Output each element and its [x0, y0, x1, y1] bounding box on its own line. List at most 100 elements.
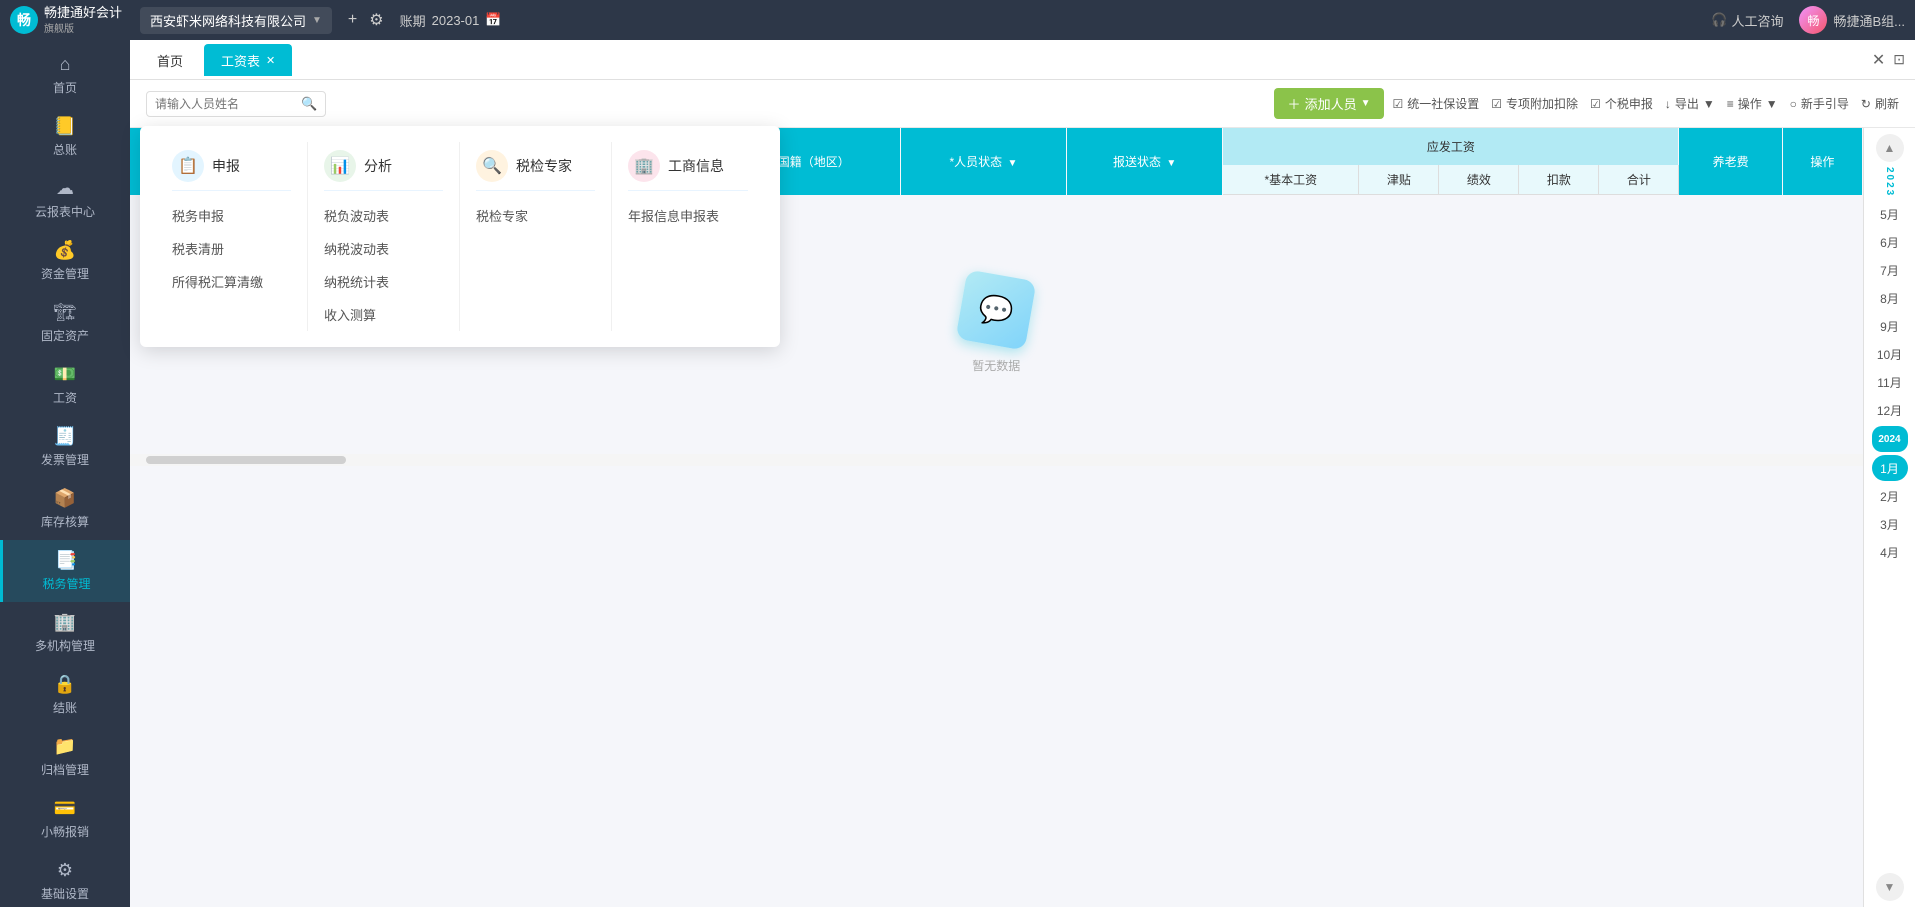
- top-header: 畅 畅捷通好会计 旗舰版 西安虾米网络科技有限公司 ▼ + ⚙ 账期 2023-…: [0, 0, 1915, 40]
- month-11[interactable]: 11月: [1872, 369, 1908, 395]
- sidebar-item-invoice[interactable]: 🧾 发票管理: [0, 416, 130, 478]
- add-company-button[interactable]: +: [348, 11, 357, 29]
- sidebar-item-archive[interactable]: 📁 归档管理: [0, 726, 130, 788]
- menu-item-income-estimate[interactable]: 收入测算: [324, 298, 443, 331]
- app-name: 畅捷通好会计: [44, 5, 122, 21]
- sidebar-item-fixed-assets[interactable]: 🏗 固定资产: [0, 292, 130, 354]
- menu-item-tax-declaration[interactable]: 税务申报: [172, 199, 291, 232]
- sidebar: ⌂ 首页 📒 总账 ☁ 云报表中心 💰 资金管理 🏗 固定资产 💵 工资 🧾 发…: [0, 40, 130, 907]
- sidebar-item-home[interactable]: ⌂ 首页: [0, 44, 130, 106]
- scrollbar-thumb: [146, 456, 346, 464]
- report-status-filter-icon[interactable]: ▼: [1166, 158, 1176, 169]
- month-6[interactable]: 6月: [1872, 229, 1908, 255]
- menu-item-taxcheck-expert[interactable]: 税检专家: [476, 199, 595, 232]
- horizontal-scrollbar[interactable]: [130, 454, 1863, 466]
- menu-col-taxcheck: 🔍 税检专家 税检专家: [460, 142, 612, 331]
- header-right: 🎧 人工咨询 畅 畅捷通B组...: [1711, 6, 1905, 34]
- add-employee-button[interactable]: ＋ 添加人员 ▼: [1274, 88, 1385, 119]
- export-action[interactable]: ↓ 导出 ▼: [1665, 95, 1715, 112]
- sidebar-item-fund[interactable]: 💰 资金管理: [0, 230, 130, 292]
- calendar-icon[interactable]: 📅: [485, 12, 501, 28]
- date-scroll-up-button[interactable]: ▲: [1876, 134, 1904, 162]
- month-feb-2024[interactable]: 2月: [1872, 483, 1908, 509]
- period-value: 2023-01: [432, 13, 480, 28]
- sidebar-item-close-period[interactable]: 🔒 结账: [0, 664, 130, 726]
- sidebar-label-close: 结账: [53, 699, 77, 716]
- settings-button[interactable]: ⚙: [369, 10, 383, 30]
- sidebar-item-tax[interactable]: 📑 税务管理: [0, 540, 130, 602]
- tax-declaration-icon: ☑: [1590, 97, 1601, 111]
- th-report-status: 报送状态 ▼: [1066, 128, 1223, 195]
- menu-col-bizinfo-header: 🏢 工商信息: [628, 142, 748, 191]
- social-security-label: 统一社保设置: [1407, 95, 1479, 112]
- special-deduction-icon: ☑: [1491, 97, 1502, 111]
- export-label: 导出: [1675, 95, 1699, 112]
- menu-item-tax-statistics[interactable]: 纳税统计表: [324, 265, 443, 298]
- sidebar-item-ledger[interactable]: 📒 总账: [0, 106, 130, 168]
- staff-status-filter-icon[interactable]: ▼: [1007, 158, 1017, 169]
- search-input[interactable]: [155, 97, 295, 111]
- menu-item-annual-report[interactable]: 年报信息申报表: [628, 199, 748, 232]
- th-allowance: 津贴: [1359, 165, 1439, 195]
- th-staff-status: *人员状态 ▼: [901, 128, 1067, 195]
- month-apr-2024[interactable]: 4月: [1872, 539, 1908, 565]
- month-jan-2024[interactable]: 1月: [1872, 455, 1908, 481]
- month-12[interactable]: 12月: [1872, 397, 1908, 423]
- restore-window-button[interactable]: ⊡: [1893, 51, 1905, 68]
- tabs-bar: 首页 工资表 ✕ ✕ ⊡: [130, 40, 1915, 80]
- tax-declaration-action[interactable]: ☑ 个税申报: [1590, 95, 1653, 112]
- settings-sidebar-icon: ⚙: [57, 860, 73, 881]
- menu-item-tax-form[interactable]: 税表清册: [172, 232, 291, 265]
- fixed-assets-icon: 🏗: [54, 302, 77, 323]
- sidebar-item-cloud-report[interactable]: ☁ 云报表中心: [0, 168, 130, 230]
- close-period-icon: 🔒: [54, 674, 76, 695]
- refresh-action[interactable]: ↻ 刷新: [1861, 95, 1899, 112]
- month-8[interactable]: 8月: [1872, 285, 1908, 311]
- tab-payroll[interactable]: 工资表 ✕: [204, 44, 292, 76]
- sidebar-label-mini: 小畅报销: [41, 823, 89, 840]
- menu-item-taxpay-fluctuation[interactable]: 纳税波动表: [324, 232, 443, 265]
- menu-item-tax-burden[interactable]: 税负波动表: [324, 199, 443, 232]
- user-area[interactable]: 畅 畅捷通B组...: [1799, 6, 1905, 34]
- menu-col-taxcheck-header: 🔍 税检专家: [476, 142, 595, 191]
- sidebar-label-ledger: 总账: [53, 141, 77, 158]
- declaration-icon: 📋: [172, 150, 204, 182]
- date-scroll-down-button[interactable]: ▼: [1876, 873, 1904, 901]
- guide-label: 新手引导: [1801, 95, 1849, 112]
- month-10[interactable]: 10月: [1872, 341, 1908, 367]
- fund-icon: 💰: [54, 240, 76, 261]
- month-5[interactable]: 5月: [1872, 201, 1908, 227]
- sidebar-label-inventory: 库存核算: [41, 513, 89, 530]
- sidebar-item-payroll[interactable]: 💵 工资: [0, 354, 130, 416]
- sidebar-item-basic-settings[interactable]: ⚙ 基础设置: [0, 850, 130, 907]
- menu-item-income-tax-clearance[interactable]: 所得税汇算清缴: [172, 265, 291, 298]
- special-deduction-action[interactable]: ☑ 专项附加扣除: [1491, 95, 1578, 112]
- sidebar-item-mini-marketing[interactable]: 💳 小畅报销: [0, 788, 130, 850]
- operations-action[interactable]: ≡ 操作 ▼: [1727, 95, 1778, 112]
- sidebar-item-multi-org[interactable]: 🏢 多机构管理: [0, 602, 130, 664]
- th-performance: 绩效: [1439, 165, 1519, 195]
- home-icon: ⌂: [60, 54, 71, 75]
- tab-home[interactable]: 首页: [140, 44, 200, 76]
- help-button[interactable]: 🎧 人工咨询: [1711, 11, 1783, 30]
- social-security-action[interactable]: ☑ 统一社保设置: [1392, 95, 1479, 112]
- th-action: 操作: [1782, 128, 1862, 195]
- guide-action[interactable]: ○ 新手引导: [1790, 95, 1849, 112]
- company-selector[interactable]: 西安虾米网络科技有限公司 ▼: [140, 7, 332, 34]
- export-icon: ↓: [1665, 97, 1671, 111]
- tax-icon: 📑: [55, 550, 77, 571]
- operations-icon: ≡: [1727, 97, 1734, 111]
- menu-grid: 📋 申报 税务申报 税表清册 所得税汇算清缴 📊 分析 税负波动表 纳税波动表 …: [156, 142, 764, 331]
- sidebar-item-inventory[interactable]: 📦 库存核算: [0, 478, 130, 540]
- company-dropdown-icon: ▼: [312, 15, 322, 26]
- special-deduction-label: 专项附加扣除: [1506, 95, 1578, 112]
- month-mar-2024[interactable]: 3月: [1872, 511, 1908, 537]
- menu-col-declaration: 📋 申报 税务申报 税表清册 所得税汇算清缴: [156, 142, 308, 331]
- month-7[interactable]: 7月: [1872, 257, 1908, 283]
- operations-chevron: ▼: [1766, 97, 1778, 111]
- help-label: 人工咨询: [1731, 11, 1783, 30]
- tab-close-icon[interactable]: ✕: [266, 54, 275, 67]
- month-9[interactable]: 9月: [1872, 313, 1908, 339]
- close-window-button[interactable]: ✕: [1872, 50, 1885, 70]
- menu-col-analysis: 📊 分析 税负波动表 纳税波动表 纳税统计表 收入测算: [308, 142, 460, 331]
